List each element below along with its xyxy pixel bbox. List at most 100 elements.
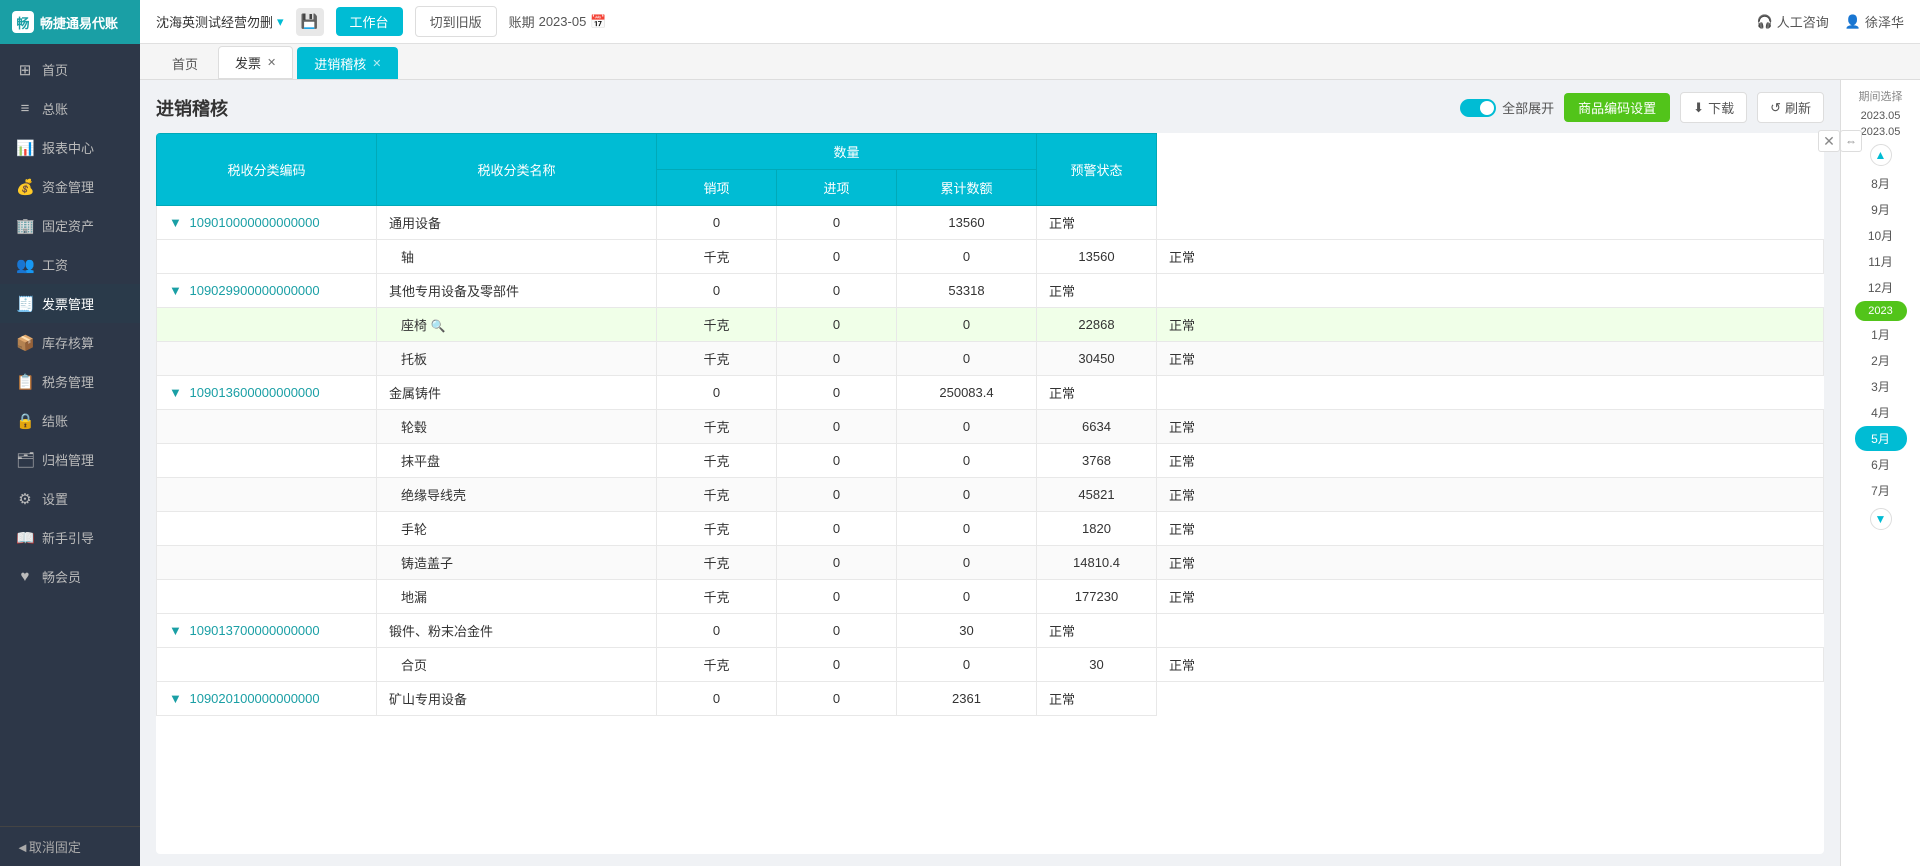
table-cell-name: 轴 xyxy=(377,240,657,274)
table-cell-name: 其他专用设备及零部件 xyxy=(377,274,657,308)
sidebar-item-guide[interactable]: 📖 新手引导 xyxy=(0,518,140,557)
table-cell-name: 矿山专用设备 xyxy=(377,682,657,716)
sidebar-item-close[interactable]: 🔒 结账 xyxy=(0,401,140,440)
table-cell-warning: 正常 xyxy=(1037,614,1157,648)
refresh-button[interactable]: ↺ 刷新 xyxy=(1757,92,1824,123)
period-selector[interactable]: 账期 2023-05 📅 xyxy=(509,12,607,31)
sidebar-item-home[interactable]: ⊞ 首页 xyxy=(0,50,140,89)
company-selector[interactable]: 沈海英测试经营勿删 ▾ xyxy=(156,12,284,31)
table-cell-purchase: 0 xyxy=(777,512,897,546)
table-cell-unit-sales: 千克 xyxy=(657,410,777,444)
table-cell-warning: 正常 xyxy=(1037,274,1157,308)
table-cell-purchase: 0 xyxy=(777,546,897,580)
sidebar-label-settings: 设置 xyxy=(42,489,68,508)
nav-up-arrow[interactable]: ▲ xyxy=(1870,144,1892,166)
table-cell-cumulative2: 22868 xyxy=(1037,308,1157,342)
sidebar-item-tax[interactable]: 📋 税务管理 xyxy=(0,362,140,401)
table-cell-name: 绝缘导线壳 xyxy=(377,478,657,512)
month-item-8月[interactable]: 8月 xyxy=(1855,171,1907,196)
app-logo: 畅 畅捷通易代账 xyxy=(0,0,140,44)
page-header: 进销稽核 全部展开 商品编码设置 ⬇ 下载 ↺ 刷 xyxy=(156,92,1824,123)
sidebar-label-guide: 新手引导 xyxy=(42,528,94,547)
col-warning: 预警状态 xyxy=(1037,134,1157,206)
month-item-6月[interactable]: 6月 xyxy=(1855,452,1907,477)
table-cell-unit-sales: 千克 xyxy=(657,478,777,512)
month-item-1月[interactable]: 1月 xyxy=(1855,322,1907,347)
tab-invoices-label: 发票 xyxy=(235,53,261,72)
table-cell-sales: 0 xyxy=(657,206,777,240)
panel-close-button[interactable]: ✕ xyxy=(1818,130,1840,152)
month-item-9月[interactable]: 9月 xyxy=(1855,197,1907,222)
main-area: 沈海英测试经营勿删 ▾ 💾 工作台 切到旧版 账期 2023-05 📅 🎧 人工… xyxy=(140,0,1920,866)
sidebar-item-inventory[interactable]: 📦 库存核算 xyxy=(0,323,140,362)
table-cell-cumulative: 0 xyxy=(897,478,1037,512)
user-menu[interactable]: 👤 徐泽华 xyxy=(1845,12,1904,31)
month-item-12月[interactable]: 12月 xyxy=(1855,275,1907,300)
sidebar-item-assets[interactable]: 🏢 固定资产 xyxy=(0,206,140,245)
table-row[interactable]: ▼ 109013700000000000 xyxy=(157,614,377,648)
toggle-track[interactable] xyxy=(1460,99,1496,117)
save-button[interactable]: 💾 xyxy=(296,8,324,36)
panel-nav-up: ▲ xyxy=(1870,140,1892,170)
close-period-icon: 🔒 xyxy=(16,412,34,430)
table-cell-purchase: 0 xyxy=(777,648,897,682)
month-item-4月[interactable]: 4月 xyxy=(1855,400,1907,425)
table-cell-cumulative2: 1820 xyxy=(1037,512,1157,546)
table-row[interactable]: ▼ 109020100000000000 xyxy=(157,682,377,716)
sidebar-item-payroll[interactable]: 👥 工资 xyxy=(0,245,140,284)
panel-expand-button[interactable]: ⇔ xyxy=(1840,130,1862,152)
table-row[interactable]: ▼ 109029900000000000 xyxy=(157,274,377,308)
logo-icon: 畅 xyxy=(12,11,34,33)
sidebar-item-ledger[interactable]: ≡ 总账 xyxy=(0,89,140,128)
sidebar-label-member: 畅会员 xyxy=(42,567,81,586)
col-tax-code: 税收分类编码 xyxy=(157,134,377,206)
table-cell-warning: 正常 xyxy=(1037,206,1157,240)
month-item-7月[interactable]: 7月 xyxy=(1855,478,1907,503)
sidebar-item-reports[interactable]: 📊 报表中心 xyxy=(0,128,140,167)
workspace-button[interactable]: 工作台 xyxy=(336,7,403,36)
period-top-2[interactable]: 2023.05 xyxy=(1861,124,1901,140)
table-cell-warning: 正常 xyxy=(1157,410,1824,444)
period-top-1[interactable]: 2023.05 xyxy=(1861,108,1901,124)
tab-invoices[interactable]: 发票 ✕ xyxy=(218,46,293,79)
month-item-10月[interactable]: 10月 xyxy=(1855,223,1907,248)
table-cell-purchase: 0 xyxy=(777,444,897,478)
sidebar-item-funds[interactable]: 💰 资金管理 xyxy=(0,167,140,206)
table-cell-name: 轮毂 xyxy=(377,410,657,444)
sidebar-item-invoices[interactable]: 🧾 发票管理 xyxy=(0,284,140,323)
month-item-2月[interactable]: 2月 xyxy=(1855,348,1907,373)
sidebar-item-archive[interactable]: 🗂 归档管理 xyxy=(0,440,140,479)
sidebar-item-member[interactable]: ♥ 畅会员 xyxy=(0,557,140,596)
expand-toggle[interactable]: 全部展开 xyxy=(1460,98,1554,117)
period-label: 账期 xyxy=(509,12,535,31)
nav-down-arrow[interactable]: ▼ xyxy=(1870,508,1892,530)
expand-icon: ▼ xyxy=(169,283,182,298)
table-row[interactable]: ▼ 109013600000000000 xyxy=(157,376,377,410)
table-cell-name: 通用设备 xyxy=(377,206,657,240)
sidebar-item-settings[interactable]: ⚙ 设置 xyxy=(0,479,140,518)
table-cell-purchase: 0 xyxy=(777,410,897,444)
sidebar-label-archive: 归档管理 xyxy=(42,450,94,469)
tab-reconcile[interactable]: 进销稽核 ✕ xyxy=(297,47,398,79)
table-cell-cumulative2: 14810.4 xyxy=(1037,546,1157,580)
tab-home[interactable]: 首页 xyxy=(156,48,214,79)
month-item-11月[interactable]: 11月 xyxy=(1855,249,1907,274)
table-cell-purchase: 0 xyxy=(777,580,897,614)
table-row-code xyxy=(157,512,377,546)
table-cell-cumulative2: 30 xyxy=(1037,648,1157,682)
data-table: 税收分类编码 税收分类名称 数量 预警状态 销项 进项 累计数额 xyxy=(156,133,1824,854)
table-row[interactable]: ▼ 109010000000000000 xyxy=(157,206,377,240)
col-cumulative: 累计数额 xyxy=(897,170,1037,206)
tab-invoices-close[interactable]: ✕ xyxy=(267,56,276,69)
sidebar-label-ledger: 总账 xyxy=(42,99,68,118)
month-item-3月[interactable]: 3月 xyxy=(1855,374,1907,399)
headset-icon: 🎧 xyxy=(1757,14,1773,30)
month-item-2023[interactable]: 2023 xyxy=(1855,301,1907,321)
sidebar-pin-toggle[interactable]: ◄取消固定 xyxy=(0,826,140,866)
month-item-5月[interactable]: 5月 xyxy=(1855,426,1907,451)
switch-version-button[interactable]: 切到旧版 xyxy=(415,6,497,37)
product-code-settings-button[interactable]: 商品编码设置 xyxy=(1564,93,1670,122)
download-button[interactable]: ⬇ 下载 xyxy=(1680,92,1747,123)
tab-reconcile-close[interactable]: ✕ xyxy=(372,57,381,70)
service-button[interactable]: 🎧 人工咨询 xyxy=(1757,12,1829,31)
